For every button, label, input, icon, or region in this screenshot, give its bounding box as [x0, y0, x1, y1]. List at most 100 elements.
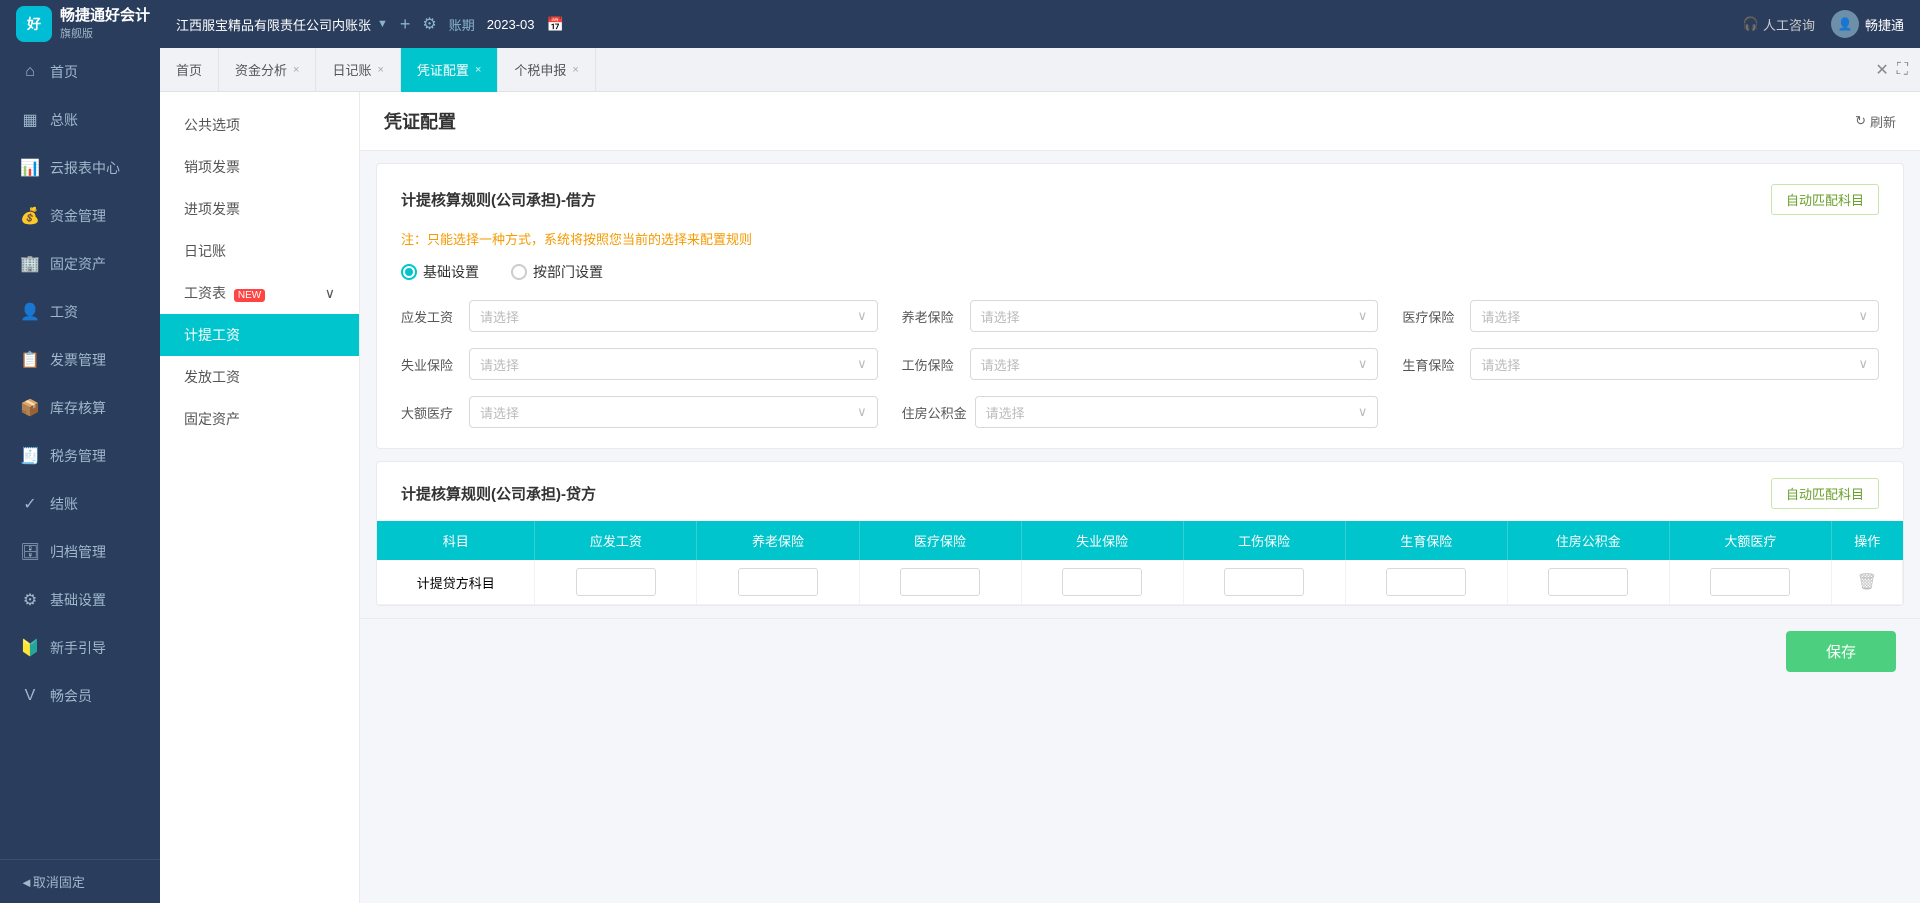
- sidebar-item-guide[interactable]: 🔰 新手引导: [0, 624, 160, 672]
- field-shiye-select[interactable]: 请选择 ∨: [469, 348, 878, 380]
- sub-nav-pay-salary[interactable]: 发放工资: [160, 356, 359, 398]
- sidebar-item-inventory[interactable]: 📦 库存核算: [0, 384, 160, 432]
- sidebar-item-salary[interactable]: 👤 工资: [0, 288, 160, 336]
- company-selector[interactable]: 江西服宝精品有限责任公司内账张 ▼: [176, 15, 388, 34]
- td-shiye: [1021, 560, 1183, 605]
- sidebar-label-fixed-assets: 固定资产: [50, 254, 106, 274]
- field-dale: 大额医疗 请选择 ∨: [401, 396, 878, 428]
- tab-tax-report[interactable]: 个税申报 ×: [498, 48, 595, 92]
- delete-row-button[interactable]: 🗑: [1857, 574, 1877, 591]
- settings-icon[interactable]: ⚙: [422, 14, 436, 34]
- sub-nav-accrual[interactable]: 计提工资: [160, 314, 359, 356]
- field-yingfa-chevron-icon: ∨: [857, 308, 867, 324]
- field-yingfa-select[interactable]: 请选择 ∨: [469, 300, 878, 332]
- col-subject: 科目: [377, 521, 535, 560]
- col-shengyu: 生育保险: [1345, 521, 1507, 560]
- tab-journal[interactable]: 日记账 ×: [316, 48, 400, 92]
- save-button[interactable]: 保存: [1786, 631, 1896, 672]
- field-shengyu-label: 生育保险: [1402, 355, 1462, 374]
- col-dale: 大额医疗: [1669, 521, 1831, 560]
- field-dale-select[interactable]: 请选择 ∨: [469, 396, 878, 428]
- sidebar-item-vip[interactable]: V 畅会员: [0, 672, 160, 720]
- tab-fund[interactable]: 资金分析 ×: [219, 48, 316, 92]
- field-shengyu: 生育保险 请选择 ∨: [1402, 348, 1879, 380]
- td-action: 🗑: [1831, 560, 1902, 605]
- unpin-button[interactable]: ◄取消固定: [0, 859, 160, 903]
- tab-journal-close[interactable]: ×: [377, 64, 383, 76]
- user-area[interactable]: 👤 畅捷通: [1831, 10, 1904, 38]
- input-yiliao[interactable]: [900, 568, 980, 596]
- tab-tax-report-close[interactable]: ×: [572, 64, 578, 76]
- sidebar-item-home[interactable]: ⌂ 首页: [0, 48, 160, 96]
- tab-fund-close[interactable]: ×: [293, 64, 299, 76]
- field-shengyu-chevron-icon: ∨: [1858, 356, 1868, 372]
- field-yanglao: 养老保险 请选择 ∨: [902, 300, 1379, 332]
- radio-basic[interactable]: 基础设置: [401, 262, 479, 282]
- sub-nav-fixed-assets-config[interactable]: 固定资产: [160, 398, 359, 440]
- service-button[interactable]: 🎧 人工咨询: [1743, 15, 1815, 34]
- field-yanglao-label: 养老保险: [902, 307, 962, 326]
- col-yanglao: 养老保险: [697, 521, 859, 560]
- sub-nav-public[interactable]: 公共选项: [160, 104, 359, 146]
- sidebar-item-cloud-report[interactable]: 📊 云报表中心: [0, 144, 160, 192]
- input-dale[interactable]: [1710, 568, 1790, 596]
- credit-table: 科目 应发工资 养老保险 医疗保险 失业保险 工伤保险 生育保险 住房公积金 大…: [377, 521, 1903, 605]
- radio-by-dept[interactable]: 按部门设置: [511, 262, 603, 282]
- calendar-icon[interactable]: 📅: [547, 16, 564, 33]
- field-gongshang-select[interactable]: 请选择 ∨: [970, 348, 1379, 380]
- tab-voucher-config-close[interactable]: ×: [475, 64, 481, 76]
- expand-tab-button[interactable]: ⛶: [1897, 61, 1908, 79]
- col-action: 操作: [1831, 521, 1902, 560]
- debit-auto-match-button[interactable]: 自动匹配科目: [1771, 184, 1879, 215]
- headset-icon: 🎧: [1743, 16, 1759, 32]
- input-gongshang[interactable]: [1224, 568, 1304, 596]
- field-yiliao-select[interactable]: 请选择 ∨: [1470, 300, 1879, 332]
- tab-voucher-config[interactable]: 凭证配置 ×: [401, 48, 498, 92]
- radio-by-dept-circle: [511, 264, 527, 280]
- sub-nav-journal[interactable]: 日记账: [160, 230, 359, 272]
- sidebar-item-ledger[interactable]: ▦ 总账: [0, 96, 160, 144]
- credit-auto-match-button[interactable]: 自动匹配科目: [1771, 478, 1879, 509]
- field-yanglao-select[interactable]: 请选择 ∨: [970, 300, 1379, 332]
- field-gongshang-placeholder: 请选择: [981, 355, 1020, 374]
- td-yiliao: [859, 560, 1021, 605]
- sidebar-label-home: 首页: [50, 62, 78, 82]
- sub-nav-sales-invoice[interactable]: 销项发票: [160, 146, 359, 188]
- field-dale-placeholder: 请选择: [480, 403, 519, 422]
- sub-nav-salary-table[interactable]: 工资表 NEW ∨: [160, 272, 359, 314]
- sub-nav-purchase-invoice[interactable]: 进项发票: [160, 188, 359, 230]
- sidebar-label-salary: 工资: [50, 302, 78, 322]
- sidebar-item-archive[interactable]: 🗄 归档管理: [0, 528, 160, 576]
- input-yingfa[interactable]: [576, 568, 656, 596]
- refresh-button[interactable]: ↻ 刷新: [1855, 112, 1896, 131]
- home-icon: ⌂: [20, 63, 40, 81]
- tab-home[interactable]: 首页: [160, 48, 219, 92]
- basic-settings-icon: ⚙: [20, 590, 40, 610]
- input-yanglao[interactable]: [738, 568, 818, 596]
- field-shengyu-select[interactable]: 请选择 ∨: [1470, 348, 1879, 380]
- add-tab-button[interactable]: +: [400, 14, 411, 35]
- sidebar-item-invoice[interactable]: 📋 发票管理: [0, 336, 160, 384]
- ledger-icon: ▦: [20, 110, 40, 130]
- sidebar-item-basic-settings[interactable]: ⚙ 基础设置: [0, 576, 160, 624]
- sidebar-item-fixed-assets[interactable]: 🏢 固定资产: [0, 240, 160, 288]
- fixed-assets-icon: 🏢: [20, 254, 40, 274]
- field-zhufang: 住房公积金 请选择 ∨: [902, 396, 1379, 428]
- field-yingfa: 应发工资 请选择 ∨: [401, 300, 878, 332]
- credit-section-header: 计提核算规则(公司承担)-贷方 自动匹配科目: [377, 462, 1903, 521]
- input-zhufang[interactable]: [1548, 568, 1628, 596]
- sidebar-label-tax: 税务管理: [50, 446, 106, 466]
- input-shengyu[interactable]: [1386, 568, 1466, 596]
- field-yiliao-label: 医疗保险: [1402, 307, 1462, 326]
- salary-icon: 👤: [20, 302, 40, 322]
- field-yanglao-placeholder: 请选择: [981, 307, 1020, 326]
- sidebar-item-close[interactable]: ✓ 结账: [0, 480, 160, 528]
- sidebar-item-fund-mgmt[interactable]: 💰 资金管理: [0, 192, 160, 240]
- field-shiye-label: 失业保险: [401, 355, 461, 374]
- input-shiye[interactable]: [1062, 568, 1142, 596]
- col-gongshang: 工伤保险: [1183, 521, 1345, 560]
- sidebar-item-tax[interactable]: 🧾 税务管理: [0, 432, 160, 480]
- debit-section-header: 计提核算规则(公司承担)-借方 自动匹配科目: [401, 184, 1879, 215]
- close-tab-button[interactable]: ✕: [1875, 60, 1888, 80]
- field-zhufang-select[interactable]: 请选择 ∨: [975, 396, 1379, 428]
